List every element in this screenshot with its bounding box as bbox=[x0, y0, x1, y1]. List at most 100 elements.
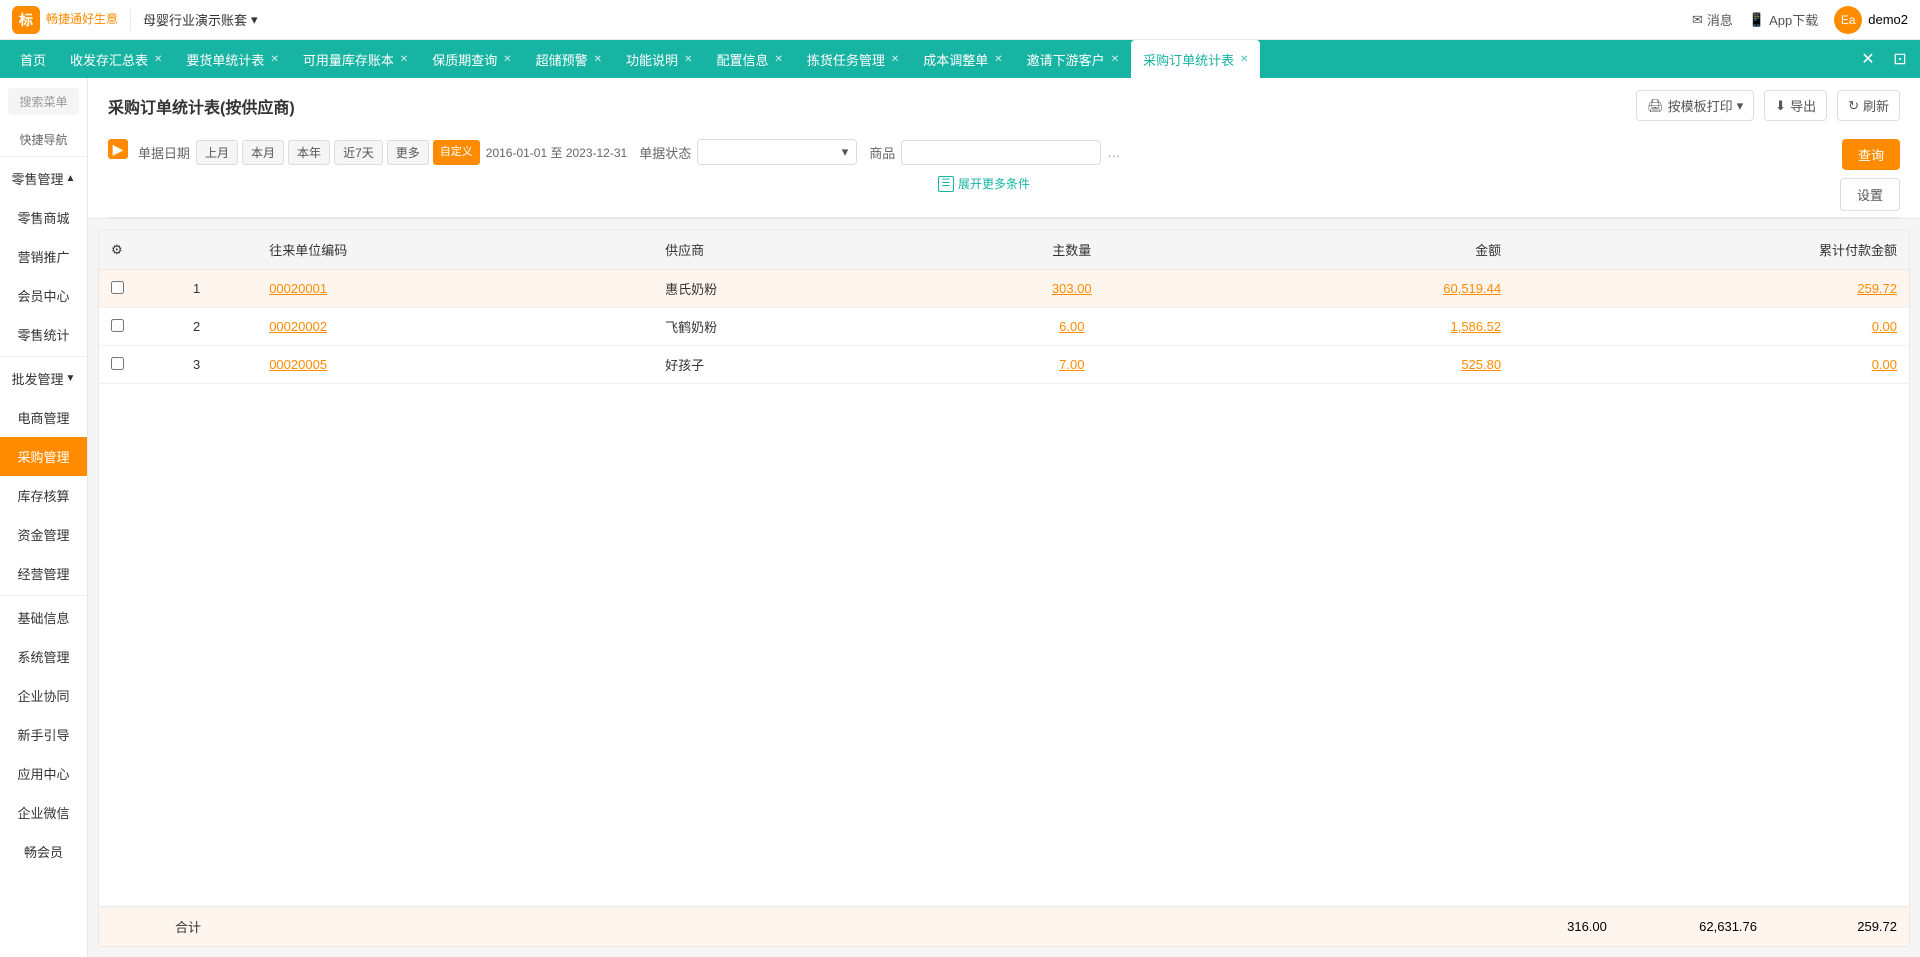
search-input[interactable]: 搜索菜单 bbox=[8, 88, 79, 115]
expand-more-btn[interactable]: ☰ 展开更多条件 bbox=[138, 171, 1830, 196]
more-options-icon[interactable]: … bbox=[1107, 145, 1120, 160]
sidebar-item-operation[interactable]: 经营管理 bbox=[0, 554, 87, 593]
tab-home[interactable]: 首页 bbox=[8, 40, 58, 78]
sidebar-search-area[interactable]: 搜索菜单 bbox=[0, 78, 87, 125]
close-icon[interactable]: ✕ bbox=[684, 54, 692, 65]
sidebar-item-member[interactable]: 会员中心 bbox=[0, 276, 87, 315]
sidebar-item-retail-mall[interactable]: 零售商城 bbox=[0, 198, 87, 237]
sidebar-item-retail[interactable]: 零售管理 ▲ bbox=[0, 159, 87, 198]
tab-purchase-stat[interactable]: 要货单统计表 ✕ bbox=[174, 40, 290, 78]
close-icon[interactable]: ✕ bbox=[774, 54, 782, 65]
filter-actions-col: 查询 设置 bbox=[1830, 139, 1900, 211]
unit-code-cell[interactable]: 00020005 bbox=[257, 346, 653, 384]
sidebar-item-free-member[interactable]: 畅会员 bbox=[0, 832, 87, 871]
close-icon[interactable]: ✕ bbox=[400, 54, 408, 65]
tab-function-desc[interactable]: 功能说明 ✕ bbox=[614, 40, 704, 78]
amount-cell[interactable]: 525.80 bbox=[1196, 346, 1514, 384]
quantity-cell[interactable]: 6.00 bbox=[948, 308, 1195, 346]
paid-amount-cell[interactable]: 0.00 bbox=[1513, 308, 1909, 346]
tab-receive-summary-label: 收发存汇总表 bbox=[70, 50, 148, 69]
sidebar-item-inventory[interactable]: 库存核算 bbox=[0, 476, 87, 515]
export-btn[interactable]: ⬇ 导出 bbox=[1764, 90, 1827, 121]
sidebar-item-wholesale[interactable]: 批发管理 ▼ bbox=[0, 359, 87, 398]
close-icon[interactable]: ✕ bbox=[1111, 54, 1119, 65]
quantity-cell[interactable]: 7.00 bbox=[948, 346, 1195, 384]
maximize-btn[interactable]: ⊡ bbox=[1888, 47, 1912, 71]
close-icon[interactable]: ✕ bbox=[270, 54, 278, 65]
tab-purchase-order-stat[interactable]: 采购订单统计表 ✕ bbox=[1131, 40, 1260, 78]
paid-amount-cell[interactable]: 0.00 bbox=[1513, 346, 1909, 384]
date-btn-last-7days[interactable]: 近7天 bbox=[334, 140, 383, 165]
sidebar-item-new-guide[interactable]: 新手引导 bbox=[0, 715, 87, 754]
sidebar-item-app-center[interactable]: 应用中心 bbox=[0, 754, 87, 793]
quantity-cell[interactable]: 303.00 bbox=[948, 270, 1195, 308]
amount-cell[interactable]: 60,519.44 bbox=[1196, 270, 1514, 308]
sidebar-item-marketing-label: 营销推广 bbox=[17, 247, 69, 266]
date-btn-more[interactable]: 更多 bbox=[387, 140, 429, 165]
tab-config-info[interactable]: 配置信息 ✕ bbox=[704, 40, 794, 78]
app-label: App下载 bbox=[1769, 10, 1818, 29]
row-checkbox[interactable] bbox=[99, 346, 136, 384]
query-btn[interactable]: 查询 bbox=[1842, 139, 1900, 170]
close-icon[interactable]: ✕ bbox=[154, 54, 162, 65]
close-icon[interactable]: ✕ bbox=[594, 54, 602, 65]
sidebar-item-ecommerce[interactable]: 电商管理 bbox=[0, 398, 87, 437]
goods-input[interactable] bbox=[901, 140, 1101, 165]
close-icon[interactable]: ✕ bbox=[994, 54, 1002, 65]
tab-invite-downstream[interactable]: 邀请下游客户 ✕ bbox=[1015, 40, 1131, 78]
tab-cost-adjust[interactable]: 成本调整单 ✕ bbox=[911, 40, 1014, 78]
workspace-name: 母婴行业演示账套 bbox=[143, 10, 247, 29]
tab-pick-task[interactable]: 拣货任务管理 ✕ bbox=[795, 40, 911, 78]
sidebar-item-enterprise-collab[interactable]: 企业协同 bbox=[0, 676, 87, 715]
logo-area: 标 畅捷通好生意 bbox=[12, 6, 118, 34]
date-filter-group: 单据日期 上月 本月 本年 近7天 更多 自定义 2016-01-01 至 20… bbox=[138, 140, 627, 165]
sidebar-item-enterprise-wechat[interactable]: 企业微信 bbox=[0, 793, 87, 832]
message-btn[interactable]: ✉ 消息 bbox=[1692, 10, 1733, 29]
expand-collapse-btn[interactable]: ▶ bbox=[108, 139, 128, 159]
paid-amount-cell[interactable]: 259.72 bbox=[1513, 270, 1909, 308]
row-checkbox[interactable] bbox=[99, 270, 136, 308]
workspace-dropdown-icon: ▾ bbox=[251, 12, 258, 28]
sidebar-divider bbox=[0, 356, 87, 357]
close-icon[interactable]: ✕ bbox=[503, 54, 511, 65]
sidebar-item-system[interactable]: 系统管理 bbox=[0, 637, 87, 676]
app-download-btn[interactable]: 📱 App下载 bbox=[1749, 10, 1818, 29]
unit-code-cell[interactable]: 00020002 bbox=[257, 308, 653, 346]
close-all-tabs-btn[interactable]: ✕ bbox=[1856, 47, 1880, 71]
tab-overstock-alert[interactable]: 超储预警 ✕ bbox=[524, 40, 614, 78]
unit-code-cell[interactable]: 00020001 bbox=[257, 270, 653, 308]
sidebar-item-marketing[interactable]: 营销推广 bbox=[0, 237, 87, 276]
tab-warranty-query[interactable]: 保质期查询 ✕ bbox=[420, 40, 523, 78]
expand-icon[interactable]: ▶ bbox=[108, 139, 128, 159]
row-checkbox-input[interactable] bbox=[111, 357, 124, 370]
row-checkbox-input[interactable] bbox=[111, 281, 124, 294]
refresh-btn[interactable]: ↻ 刷新 bbox=[1837, 90, 1900, 121]
sidebar-item-inventory-label: 库存核算 bbox=[17, 486, 69, 505]
sidebar-item-retail-stats[interactable]: 零售统计 bbox=[0, 315, 87, 354]
tab-receive-summary[interactable]: 收发存汇总表 ✕ bbox=[58, 40, 174, 78]
sidebar-item-purchase[interactable]: 采购管理 bbox=[0, 437, 87, 476]
expand-more-row: ☰ 展开更多条件 bbox=[138, 171, 1830, 196]
workspace-selector[interactable]: 母婴行业演示账套 ▾ bbox=[143, 10, 258, 29]
table-footer: 合计 316.00 62,631.76 259.72 bbox=[99, 906, 1909, 946]
template-print-btn[interactable]: 🖨 按模板打印 ▾ bbox=[1636, 90, 1754, 121]
close-icon[interactable]: ✕ bbox=[891, 54, 899, 65]
quick-nav-btn[interactable]: 快捷导航 bbox=[0, 125, 87, 154]
settings-btn[interactable]: 设置 bbox=[1840, 178, 1900, 211]
print-icon: 🖨 bbox=[1647, 98, 1664, 114]
user-area[interactable]: Ea demo2 bbox=[1834, 6, 1908, 34]
date-btn-last-month[interactable]: 上月 bbox=[196, 140, 238, 165]
tab-invite-downstream-label: 邀请下游客户 bbox=[1027, 50, 1105, 69]
row-checkbox-input[interactable] bbox=[111, 319, 124, 332]
sidebar-item-capital[interactable]: 资金管理 bbox=[0, 515, 87, 554]
sidebar-item-basic-info[interactable]: 基础信息 bbox=[0, 598, 87, 637]
amount-cell[interactable]: 1,586.52 bbox=[1196, 308, 1514, 346]
date-btn-this-year[interactable]: 本年 bbox=[288, 140, 330, 165]
tab-usable-stock[interactable]: 可用量库存账本 ✕ bbox=[291, 40, 420, 78]
status-select[interactable]: ▾ bbox=[697, 139, 857, 165]
username: demo2 bbox=[1868, 12, 1908, 27]
close-icon[interactable]: ✕ bbox=[1240, 54, 1248, 65]
settings-icon[interactable]: ⚙ bbox=[111, 242, 123, 257]
row-checkbox[interactable] bbox=[99, 308, 136, 346]
date-btn-this-month[interactable]: 本月 bbox=[242, 140, 284, 165]
